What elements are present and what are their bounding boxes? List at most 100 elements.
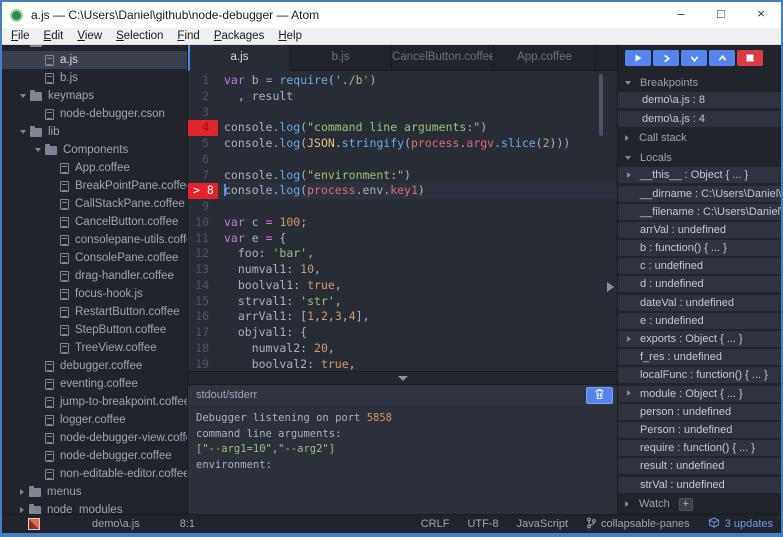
local-variable[interactable]: e : undefined: [618, 312, 781, 329]
menu-edit[interactable]: Edit: [37, 30, 71, 42]
code-line-11[interactable]: 11 var e = {: [188, 231, 617, 247]
tree-item-cancelbutton-coffee[interactable]: CancelButton.coffee: [2, 213, 187, 231]
line-number[interactable]: 17: [188, 325, 218, 341]
local-variable[interactable]: strVal : undefined: [618, 476, 781, 493]
code-line-2[interactable]: 2 , result: [188, 89, 617, 105]
status-file-path[interactable]: demo\a.js: [92, 518, 140, 530]
clear-console-button[interactable]: [586, 387, 613, 404]
step-out-button[interactable]: [709, 50, 735, 66]
menu-help[interactable]: Help: [271, 30, 309, 42]
line-number[interactable]: 16: [188, 309, 218, 325]
pane-toggle-icon[interactable]: [607, 282, 614, 292]
local-variable[interactable]: f_res : undefined: [618, 349, 781, 366]
continue-button[interactable]: [625, 50, 651, 66]
status-updates[interactable]: 3 updates: [708, 517, 773, 531]
watch-section-header[interactable]: Watch +: [618, 497, 781, 512]
tree-item-drag-handler-coffee[interactable]: drag-handler.coffee: [2, 267, 187, 285]
local-variable[interactable]: Person : undefined: [618, 421, 781, 438]
tree-item-node-debugger-coffee[interactable]: node-debugger.coffee: [2, 447, 187, 465]
console-resize-handle[interactable]: [188, 371, 617, 384]
line-number[interactable]: 11: [188, 231, 218, 247]
breakpoint-gutter[interactable]: > 8: [188, 183, 218, 199]
tree-item-non-editable-editor-coffee[interactable]: non-editable-editor.coffee: [2, 465, 187, 483]
local-variable[interactable]: exports : Object { ... }: [618, 331, 781, 347]
line-number[interactable]: 7: [188, 168, 218, 184]
code-line-6[interactable]: 6: [188, 152, 617, 168]
local-variable[interactable]: d : undefined: [618, 276, 781, 293]
local-variable[interactable]: __filename : C:\Users\Daniel\github\: [618, 203, 781, 220]
maximize-button[interactable]: □: [701, 2, 741, 28]
tree-item-breakpointpane-coffee[interactable]: BreakPointPane.coffee: [2, 177, 187, 195]
add-watch-button[interactable]: +: [678, 497, 693, 511]
breakpoint-item[interactable]: demo\a.js : 8: [618, 92, 781, 109]
tree-item-eventing-coffee[interactable]: eventing.coffee: [2, 375, 187, 393]
menu-view[interactable]: View: [70, 30, 109, 42]
code-editor[interactable]: 1 var b = require('./b') 2 , result 3 4 conso…: [188, 71, 617, 371]
code-line-10[interactable]: 10 var c = 100;: [188, 215, 617, 231]
local-variable[interactable]: __this__ : Object { ... }: [618, 167, 781, 184]
tree-item-focus-hook-js[interactable]: focus-hook.js: [2, 285, 187, 303]
breakpoint-gutter[interactable]: 4: [188, 120, 218, 136]
local-variable[interactable]: result : undefined: [618, 458, 781, 475]
line-number[interactable]: 19: [188, 357, 218, 372]
code-line-17[interactable]: 17 objval1: {: [188, 325, 617, 341]
line-number[interactable]: 2: [188, 89, 218, 105]
status-git-branch[interactable]: collapsable-panes: [586, 517, 690, 532]
code-line-7[interactable]: 7 console.log("environment:"): [188, 168, 617, 184]
minimize-button[interactable]: –: [661, 2, 701, 28]
tree-item-logger-coffee[interactable]: logger.coffee: [2, 411, 187, 429]
step-over-button[interactable]: [653, 50, 679, 66]
menu-file[interactable]: File: [4, 30, 37, 42]
tree-item-treeview-coffee[interactable]: TreeView.coffee: [2, 339, 187, 357]
line-number[interactable]: 14: [188, 278, 218, 294]
local-variable[interactable]: __dirname : C:\Users\Daniel\github\: [618, 185, 781, 202]
code-line-16[interactable]: 16 arrVal1: [1,2,3,4],: [188, 309, 617, 325]
code-line-4[interactable]: 4 console.log("command line arguments:"): [188, 120, 617, 136]
tree-item-menus[interactable]: menus: [2, 483, 187, 501]
local-variable[interactable]: module : Object { ... }: [618, 385, 781, 402]
code-line-5[interactable]: 5 console.log(JSON.stringify(process.argv…: [188, 136, 617, 152]
tree-item-consolepane-coffee[interactable]: ConsolePane.coffee: [2, 249, 187, 267]
line-number[interactable]: 18: [188, 341, 218, 357]
tree-item-stepbutton-coffee[interactable]: StepButton.coffee: [2, 321, 187, 339]
status-line-ending[interactable]: CRLF: [421, 518, 450, 530]
code-line-13[interactable]: 13 numval1: 10,: [188, 262, 617, 278]
tree-item-restartbutton-coffee[interactable]: RestartButton.coffee: [2, 303, 187, 321]
code-line-15[interactable]: 15 strval1: 'str',: [188, 294, 617, 310]
tree-item-callstackpane-coffee[interactable]: CallStackPane.coffee: [2, 195, 187, 213]
status-encoding[interactable]: UTF-8: [467, 518, 498, 530]
code-line-1[interactable]: 1 var b = require('./b'): [188, 73, 617, 89]
local-variable[interactable]: dateVal : undefined: [618, 294, 781, 311]
locals-section-header[interactable]: Locals: [618, 150, 781, 165]
local-variable[interactable]: c : undefined: [618, 258, 781, 275]
menu-selection[interactable]: Selection: [109, 30, 170, 42]
tab-a-js[interactable]: a.js: [188, 45, 290, 71]
local-variable[interactable]: person : undefined: [618, 403, 781, 420]
menu-packages[interactable]: Packages: [207, 30, 272, 42]
local-variable[interactable]: require : function() { ... }: [618, 440, 781, 457]
line-number[interactable]: 12: [188, 246, 218, 262]
line-number[interactable]: 5: [188, 136, 218, 152]
local-variable[interactable]: arrVal : undefined: [618, 221, 781, 238]
code-line-18[interactable]: 18 numval2: 20,: [188, 341, 617, 357]
menu-find[interactable]: Find: [170, 30, 206, 42]
stop-button[interactable]: [737, 50, 763, 66]
line-number[interactable]: 9: [188, 199, 218, 215]
local-variable[interactable]: localFunc : function() { ... }: [618, 367, 781, 384]
tree-item-jump-to-breakpoint-coffee[interactable]: jump-to-breakpoint.coffee: [2, 393, 187, 411]
code-line-9[interactable]: 9: [188, 199, 617, 215]
tree-item-app-coffee[interactable]: App.coffee: [2, 159, 187, 177]
tree-item-consolepane-utils-coffee[interactable]: consolepane-utils.coffee: [2, 231, 187, 249]
tab-app-coffee[interactable]: App.coffee: [494, 45, 596, 70]
close-button[interactable]: ×: [741, 2, 781, 28]
tree-item-node-debugger-view-coffee[interactable]: node-debugger-view.coffee: [2, 429, 187, 447]
tree-item-lib[interactable]: lib: [2, 123, 187, 141]
console-output[interactable]: Debugger listening on port 5858 command l…: [188, 405, 617, 514]
line-number[interactable]: 13: [188, 262, 218, 278]
tree-item-a-js[interactable]: a.js: [2, 51, 187, 69]
editor-scrollbar[interactable]: [599, 74, 603, 136]
step-into-button[interactable]: [681, 50, 707, 66]
tab-cancelbutton-coffee[interactable]: CancelButton.coffee: [392, 45, 494, 70]
line-number[interactable]: 15: [188, 294, 218, 310]
tree-item-node-modules[interactable]: node_modules: [2, 501, 187, 514]
